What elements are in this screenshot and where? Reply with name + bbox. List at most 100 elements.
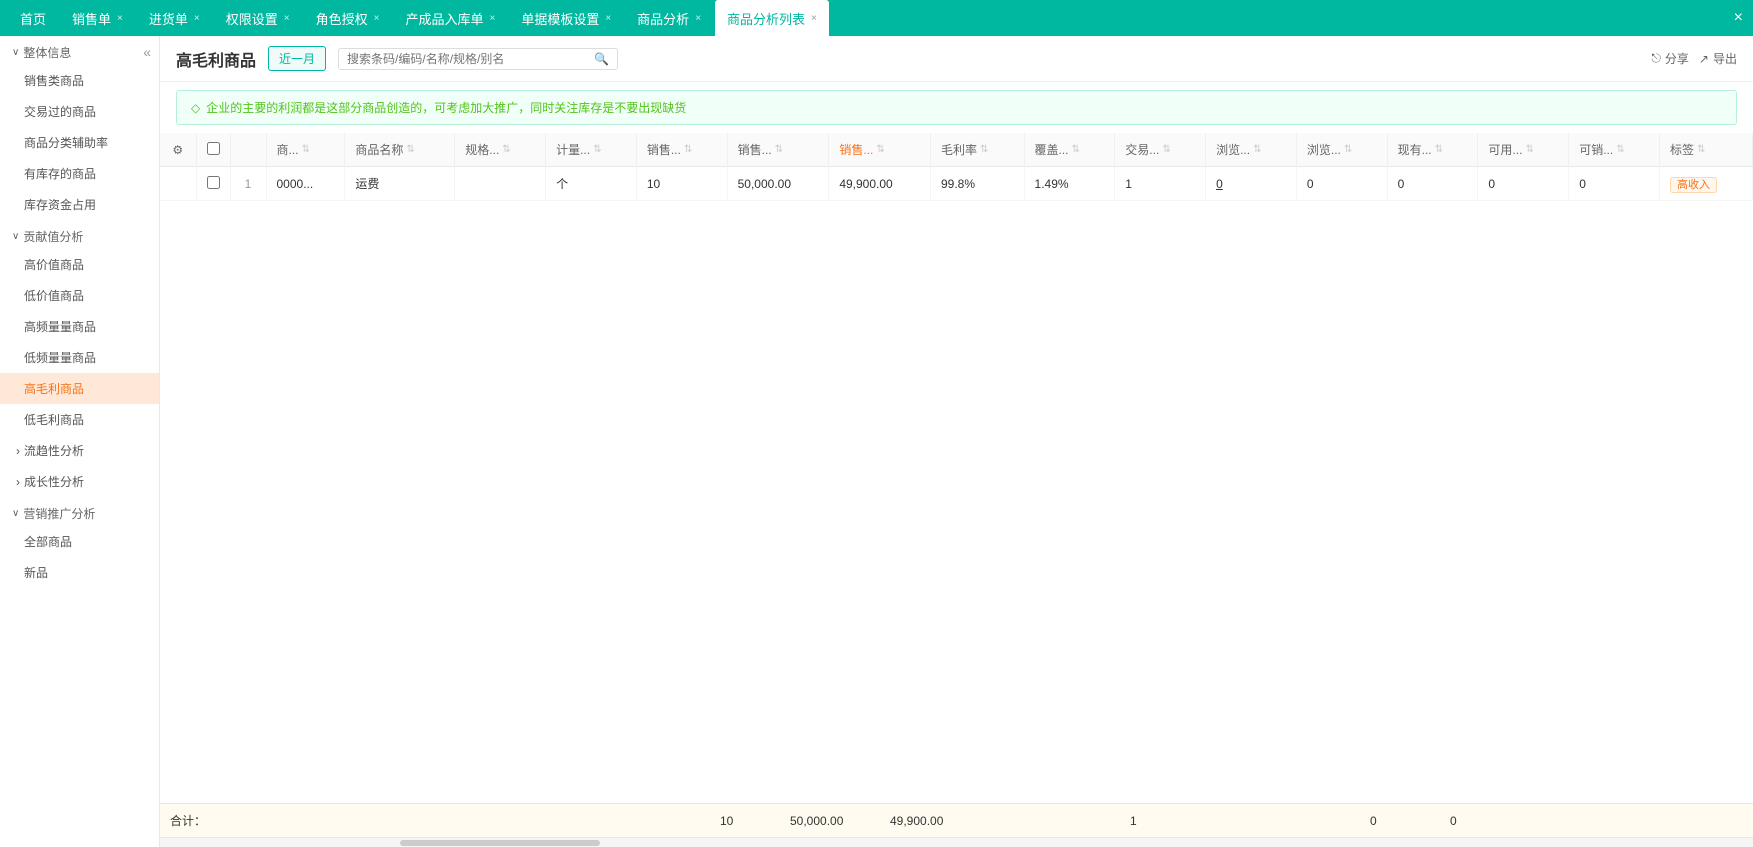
tag-badge-income: 高收入 — [1670, 177, 1717, 193]
close-tab-template[interactable]: × — [605, 13, 611, 24]
sort-icon-sales-amt: ⇅ — [775, 144, 783, 155]
nav-tab-permissions[interactable]: 权限设置 × — [214, 0, 302, 36]
sidebar-item-high-value[interactable]: 高价值商品 — [0, 249, 159, 280]
col-browse2[interactable]: 浏览... ⇅ — [1296, 133, 1387, 167]
main-container: « ∨ 整体信息 销售类商品 交易过的商品 商品分类辅助率 有库存的商品 库存资… — [0, 36, 1753, 847]
chevron-down-icon-3: ∨ — [12, 508, 19, 519]
sidebar-item-stock-occupy[interactable]: 库存资金占用 — [0, 189, 159, 220]
nav-tab-roles[interactable]: 角色授权 × — [304, 0, 392, 36]
close-tab-sales[interactable]: × — [117, 13, 123, 24]
nav-tab-analysis[interactable]: 商品分析 × — [625, 0, 713, 36]
sort-icon-browse1: ⇅ — [1253, 144, 1261, 155]
nav-tab-purchase[interactable]: 进货单 × — [137, 0, 212, 36]
export-icon: ↗ — [1699, 52, 1709, 66]
sidebar-collapse-btn[interactable]: « — [143, 44, 151, 60]
footer-current: 0 — [1360, 814, 1440, 828]
close-tab-purchase[interactable]: × — [194, 13, 200, 24]
sort-icon-sellable: ⇅ — [1616, 144, 1624, 155]
col-margin-rate[interactable]: 毛利率 ⇅ — [931, 133, 1025, 167]
close-tab-roles[interactable]: × — [374, 13, 380, 24]
row-num: 1 — [230, 167, 266, 201]
sidebar-item-low-value[interactable]: 低价值商品 — [0, 280, 159, 311]
col-name[interactable]: 商品名称 ⇅ — [345, 133, 455, 167]
content-area: 高毛利商品 近一月 🔍 ⎋ 分享 ↗ 导出 ◇ 企业的主要的利润都是这部分商品创… — [160, 36, 1753, 847]
chevron-down-icon: ∨ — [12, 47, 19, 58]
sort-icon-name: ⇅ — [406, 144, 414, 155]
footer-label: 合计： — [170, 812, 390, 829]
col-browse1[interactable]: 浏览... ⇅ — [1206, 133, 1297, 167]
row-browse1[interactable]: 0 — [1206, 167, 1297, 201]
sidebar-group-growth[interactable]: › 成长性分析 — [0, 466, 159, 497]
col-sales-qty[interactable]: 销售... ⇅ — [636, 133, 727, 167]
sidebar-item-all-goods[interactable]: 全部商品 — [0, 526, 159, 557]
select-all-checkbox[interactable] — [207, 142, 220, 155]
sidebar-item-low-freq[interactable]: 低频量量商品 — [0, 342, 159, 373]
nav-tab-products[interactable]: 产成品入库单 × — [393, 0, 507, 36]
col-settings[interactable]: ⚙ — [160, 133, 196, 167]
chevron-right-icon: › — [16, 444, 20, 458]
close-tab-analysis-list[interactable]: × — [811, 13, 817, 24]
sort-icon-current: ⇅ — [1435, 144, 1443, 155]
sidebar-group-overall[interactable]: ∨ 整体信息 — [0, 36, 159, 65]
sidebar-group-wealth[interactable]: ∨ 贡献值分析 — [0, 220, 159, 249]
sidebar-item-high-freq[interactable]: 高频量量商品 — [0, 311, 159, 342]
col-unit[interactable]: 计量... ⇅ — [546, 133, 637, 167]
row-checkbox[interactable] — [196, 167, 230, 201]
col-current[interactable]: 现有... ⇅ — [1387, 133, 1478, 167]
footer-trade: 1 — [1120, 814, 1200, 828]
close-tab-products[interactable]: × — [489, 13, 495, 24]
col-trade[interactable]: 交易... ⇅ — [1115, 133, 1206, 167]
sort-icon-tag: ⇅ — [1697, 144, 1705, 155]
sort-icon-coverage: ⇅ — [1072, 144, 1080, 155]
col-sellable[interactable]: 可销... ⇅ — [1569, 133, 1660, 167]
col-spec[interactable]: 规格... ⇅ — [455, 133, 546, 167]
search-icon[interactable]: 🔍 — [594, 52, 609, 66]
row-select-checkbox[interactable] — [207, 176, 220, 189]
footer-totals: 合计： 10 50,000.00 49,900.00 1 0 0 — [160, 803, 1753, 837]
filter-btn[interactable]: 近一月 — [268, 46, 326, 71]
nav-tab-template[interactable]: 单据模板设置 × — [509, 0, 623, 36]
sidebar-item-traded-goods[interactable]: 交易过的商品 — [0, 96, 159, 127]
row-sales-profit: 49,900.00 — [829, 167, 931, 201]
col-sales-amt[interactable]: 销售... ⇅ — [727, 133, 829, 167]
row-settings — [160, 167, 196, 201]
close-all-tabs[interactable]: × — [1734, 9, 1743, 27]
action-buttons: ⎋ 分享 ↗ 导出 — [1651, 50, 1737, 67]
share-icon: ⎋ — [1651, 51, 1661, 66]
nav-tab-home[interactable]: 首页 — [8, 0, 58, 36]
table-wrapper: ⚙ 商... ⇅ — [160, 133, 1753, 803]
sidebar-item-high-margin[interactable]: 高毛利商品 — [0, 373, 159, 404]
share-btn[interactable]: ⎋ 分享 — [1651, 50, 1689, 67]
sidebar-group-marketing[interactable]: ∨ 营销推广分析 — [0, 497, 159, 526]
sidebar-item-low-margin[interactable]: 低毛利商品 — [0, 404, 159, 435]
row-sales-qty: 10 — [636, 167, 727, 201]
close-tab-analysis[interactable]: × — [695, 13, 701, 24]
export-btn[interactable]: ↗ 导出 — [1699, 50, 1737, 67]
nav-tab-analysis-list[interactable]: 商品分析列表 × — [715, 0, 829, 36]
row-available: 0 — [1478, 167, 1569, 201]
col-code[interactable]: 商... ⇅ — [266, 133, 345, 167]
table-row: 1 0000... 运费 个 10 50,000.00 49,900.00 99… — [160, 167, 1753, 201]
scrollbar-thumb[interactable] — [400, 840, 600, 846]
col-checkbox[interactable] — [196, 133, 230, 167]
col-available[interactable]: 可用... ⇅ — [1478, 133, 1569, 167]
table-header-row: ⚙ 商... ⇅ — [160, 133, 1753, 167]
chevron-down-icon-2: ∨ — [12, 231, 19, 242]
sidebar-item-new-goods[interactable]: 新品 — [0, 557, 159, 588]
row-spec — [455, 167, 546, 201]
settings-icon[interactable]: ⚙ — [172, 143, 183, 157]
col-tag[interactable]: 标签 ⇅ — [1659, 133, 1752, 167]
row-tag: 高收入 — [1659, 167, 1752, 201]
sidebar-item-sales-goods[interactable]: 销售类商品 — [0, 65, 159, 96]
sidebar-item-stocked-goods[interactable]: 有库存的商品 — [0, 158, 159, 189]
content-header: 高毛利商品 近一月 🔍 ⎋ 分享 ↗ 导出 — [160, 36, 1753, 82]
row-name: 运费 — [345, 167, 455, 201]
bottom-scrollbar[interactable] — [160, 837, 1753, 847]
col-coverage[interactable]: 覆盖... ⇅ — [1024, 133, 1115, 167]
sidebar-item-analysis-assist[interactable]: 商品分类辅助率 — [0, 127, 159, 158]
search-input[interactable] — [347, 52, 588, 66]
sidebar-group-trend[interactable]: › 流趋性分析 — [0, 435, 159, 466]
nav-tab-sales[interactable]: 销售单 × — [60, 0, 135, 36]
col-sales-profit[interactable]: 销售... ⇅ — [829, 133, 931, 167]
close-tab-permissions[interactable]: × — [284, 13, 290, 24]
